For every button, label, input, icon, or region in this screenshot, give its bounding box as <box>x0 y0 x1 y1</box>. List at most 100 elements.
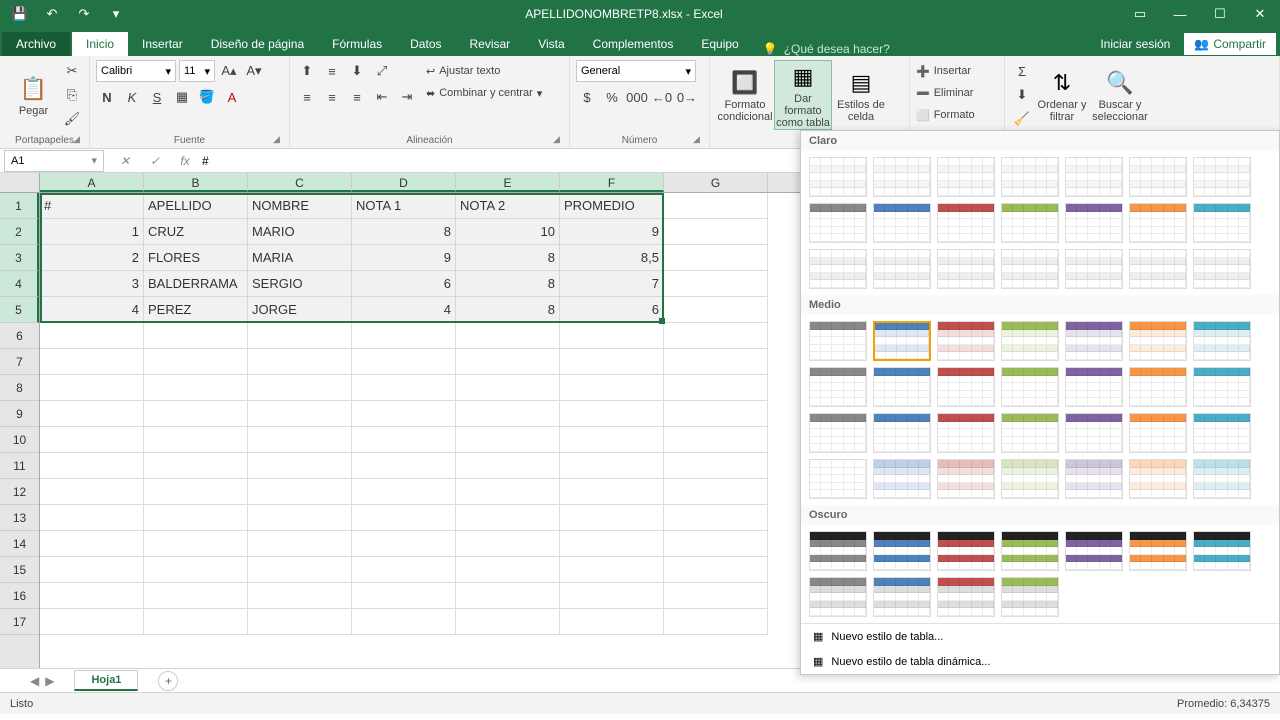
cell[interactable] <box>352 583 456 609</box>
copy-icon[interactable]: ⎘ <box>61 84 83 106</box>
col-header[interactable]: A <box>40 173 144 192</box>
cell[interactable]: MARIA <box>248 245 352 271</box>
cell[interactable] <box>560 531 664 557</box>
table-style-thumb[interactable] <box>1065 459 1123 499</box>
row-header[interactable]: 13 <box>0 505 39 531</box>
increase-indent-icon[interactable]: ⇥ <box>396 86 418 108</box>
cell[interactable] <box>456 427 560 453</box>
fx-icon[interactable]: fx <box>174 150 196 172</box>
cell[interactable]: NOTA 1 <box>352 193 456 219</box>
cell[interactable]: 4 <box>40 297 144 323</box>
cell[interactable] <box>560 505 664 531</box>
cell[interactable]: 8 <box>456 245 560 271</box>
table-style-thumb[interactable] <box>1001 203 1059 243</box>
cell[interactable] <box>40 583 144 609</box>
cell[interactable]: JORGE <box>248 297 352 323</box>
align-launcher-icon[interactable]: ◢ <box>553 134 565 146</box>
table-style-thumb[interactable] <box>1065 413 1123 453</box>
row-header[interactable]: 4 <box>0 271 39 297</box>
table-style-thumb[interactable] <box>1129 531 1187 571</box>
redo-icon[interactable]: ↷ <box>72 2 96 26</box>
cancel-formula-icon[interactable]: ✕ <box>114 150 136 172</box>
cell[interactable] <box>664 323 768 349</box>
cell[interactable]: MARIO <box>248 219 352 245</box>
table-style-thumb[interactable] <box>1065 321 1123 361</box>
tab-home[interactable]: Inicio <box>72 32 128 56</box>
name-box[interactable]: A1▾ <box>4 150 104 172</box>
cell[interactable]: 9 <box>560 219 664 245</box>
cell[interactable] <box>352 557 456 583</box>
cell[interactable] <box>560 401 664 427</box>
cell[interactable] <box>352 401 456 427</box>
table-style-thumb[interactable] <box>1193 321 1251 361</box>
table-style-thumb[interactable] <box>873 321 931 361</box>
table-style-thumb[interactable] <box>937 577 995 617</box>
table-style-thumb[interactable] <box>1193 459 1251 499</box>
table-style-thumb[interactable] <box>873 459 931 499</box>
sheet-tab[interactable]: Hoja1 <box>74 670 138 691</box>
cell[interactable]: NOTA 2 <box>456 193 560 219</box>
cell[interactable]: FLORES <box>144 245 248 271</box>
cell[interactable] <box>40 349 144 375</box>
col-header[interactable]: E <box>456 173 560 192</box>
ribbon-options-icon[interactable]: ▭ <box>1120 0 1160 28</box>
cell[interactable] <box>560 609 664 635</box>
table-style-thumb[interactable] <box>873 413 931 453</box>
table-style-thumb[interactable] <box>1193 413 1251 453</box>
cell[interactable] <box>248 609 352 635</box>
cell[interactable] <box>560 479 664 505</box>
table-style-thumb[interactable] <box>809 531 867 571</box>
table-style-thumb[interactable] <box>1129 249 1187 289</box>
fill-color-icon[interactable]: 🪣 <box>196 86 218 108</box>
cell[interactable] <box>248 557 352 583</box>
increase-decimal-icon[interactable]: ←0 <box>651 86 673 108</box>
borders-icon[interactable]: ▦ <box>171 86 193 108</box>
table-style-thumb[interactable] <box>1001 531 1059 571</box>
cell[interactable] <box>144 323 248 349</box>
align-center-icon[interactable]: ≡ <box>321 86 343 108</box>
row-header[interactable]: 11 <box>0 453 39 479</box>
table-style-thumb[interactable] <box>809 249 867 289</box>
cell[interactable] <box>560 583 664 609</box>
underline-button[interactable]: S <box>146 86 168 108</box>
cell[interactable]: 8 <box>352 219 456 245</box>
row-header[interactable]: 14 <box>0 531 39 557</box>
merge-center-button[interactable]: ⬌Combinar y centrar▾ <box>426 82 556 104</box>
cell[interactable] <box>40 453 144 479</box>
font-size-select[interactable]: 11▾ <box>179 60 215 82</box>
italic-button[interactable]: K <box>121 86 143 108</box>
cell[interactable] <box>456 479 560 505</box>
cell[interactable] <box>664 505 768 531</box>
cell[interactable] <box>456 557 560 583</box>
tellme[interactable]: 💡 ¿Qué desea hacer? <box>763 42 890 56</box>
align-bottom-icon[interactable]: ⬇ <box>346 60 368 82</box>
decrease-font-icon[interactable]: A▾ <box>243 60 265 82</box>
align-middle-icon[interactable]: ≡ <box>321 60 343 82</box>
cell[interactable] <box>144 505 248 531</box>
cell[interactable] <box>456 323 560 349</box>
table-style-thumb[interactable] <box>937 413 995 453</box>
clear-icon[interactable]: 🧹 <box>1011 108 1033 130</box>
wrap-text-button[interactable]: ↩Ajustar texto <box>426 60 556 82</box>
table-style-thumb[interactable] <box>873 367 931 407</box>
comma-icon[interactable]: 000 <box>626 86 648 108</box>
insert-cells-button[interactable]: ➕Insertar <box>916 60 1006 82</box>
row-header[interactable]: 3 <box>0 245 39 271</box>
orientation-icon[interactable]: ⤢ <box>371 60 393 82</box>
table-style-thumb[interactable] <box>873 157 931 197</box>
format-painter-icon[interactable]: 🖌 <box>61 108 83 130</box>
cell[interactable] <box>664 349 768 375</box>
autosum-icon[interactable]: Σ <box>1011 60 1033 82</box>
cell[interactable] <box>352 531 456 557</box>
cell[interactable] <box>456 505 560 531</box>
select-all-corner[interactable] <box>0 173 40 192</box>
table-style-thumb[interactable] <box>809 367 867 407</box>
cell[interactable]: BALDERRAMA <box>144 271 248 297</box>
cell[interactable] <box>144 479 248 505</box>
row-header[interactable]: 9 <box>0 401 39 427</box>
cell[interactable] <box>352 323 456 349</box>
clipboard-launcher-icon[interactable]: ◢ <box>73 134 85 146</box>
cell[interactable] <box>40 505 144 531</box>
cell[interactable] <box>40 427 144 453</box>
cell[interactable] <box>664 297 768 323</box>
